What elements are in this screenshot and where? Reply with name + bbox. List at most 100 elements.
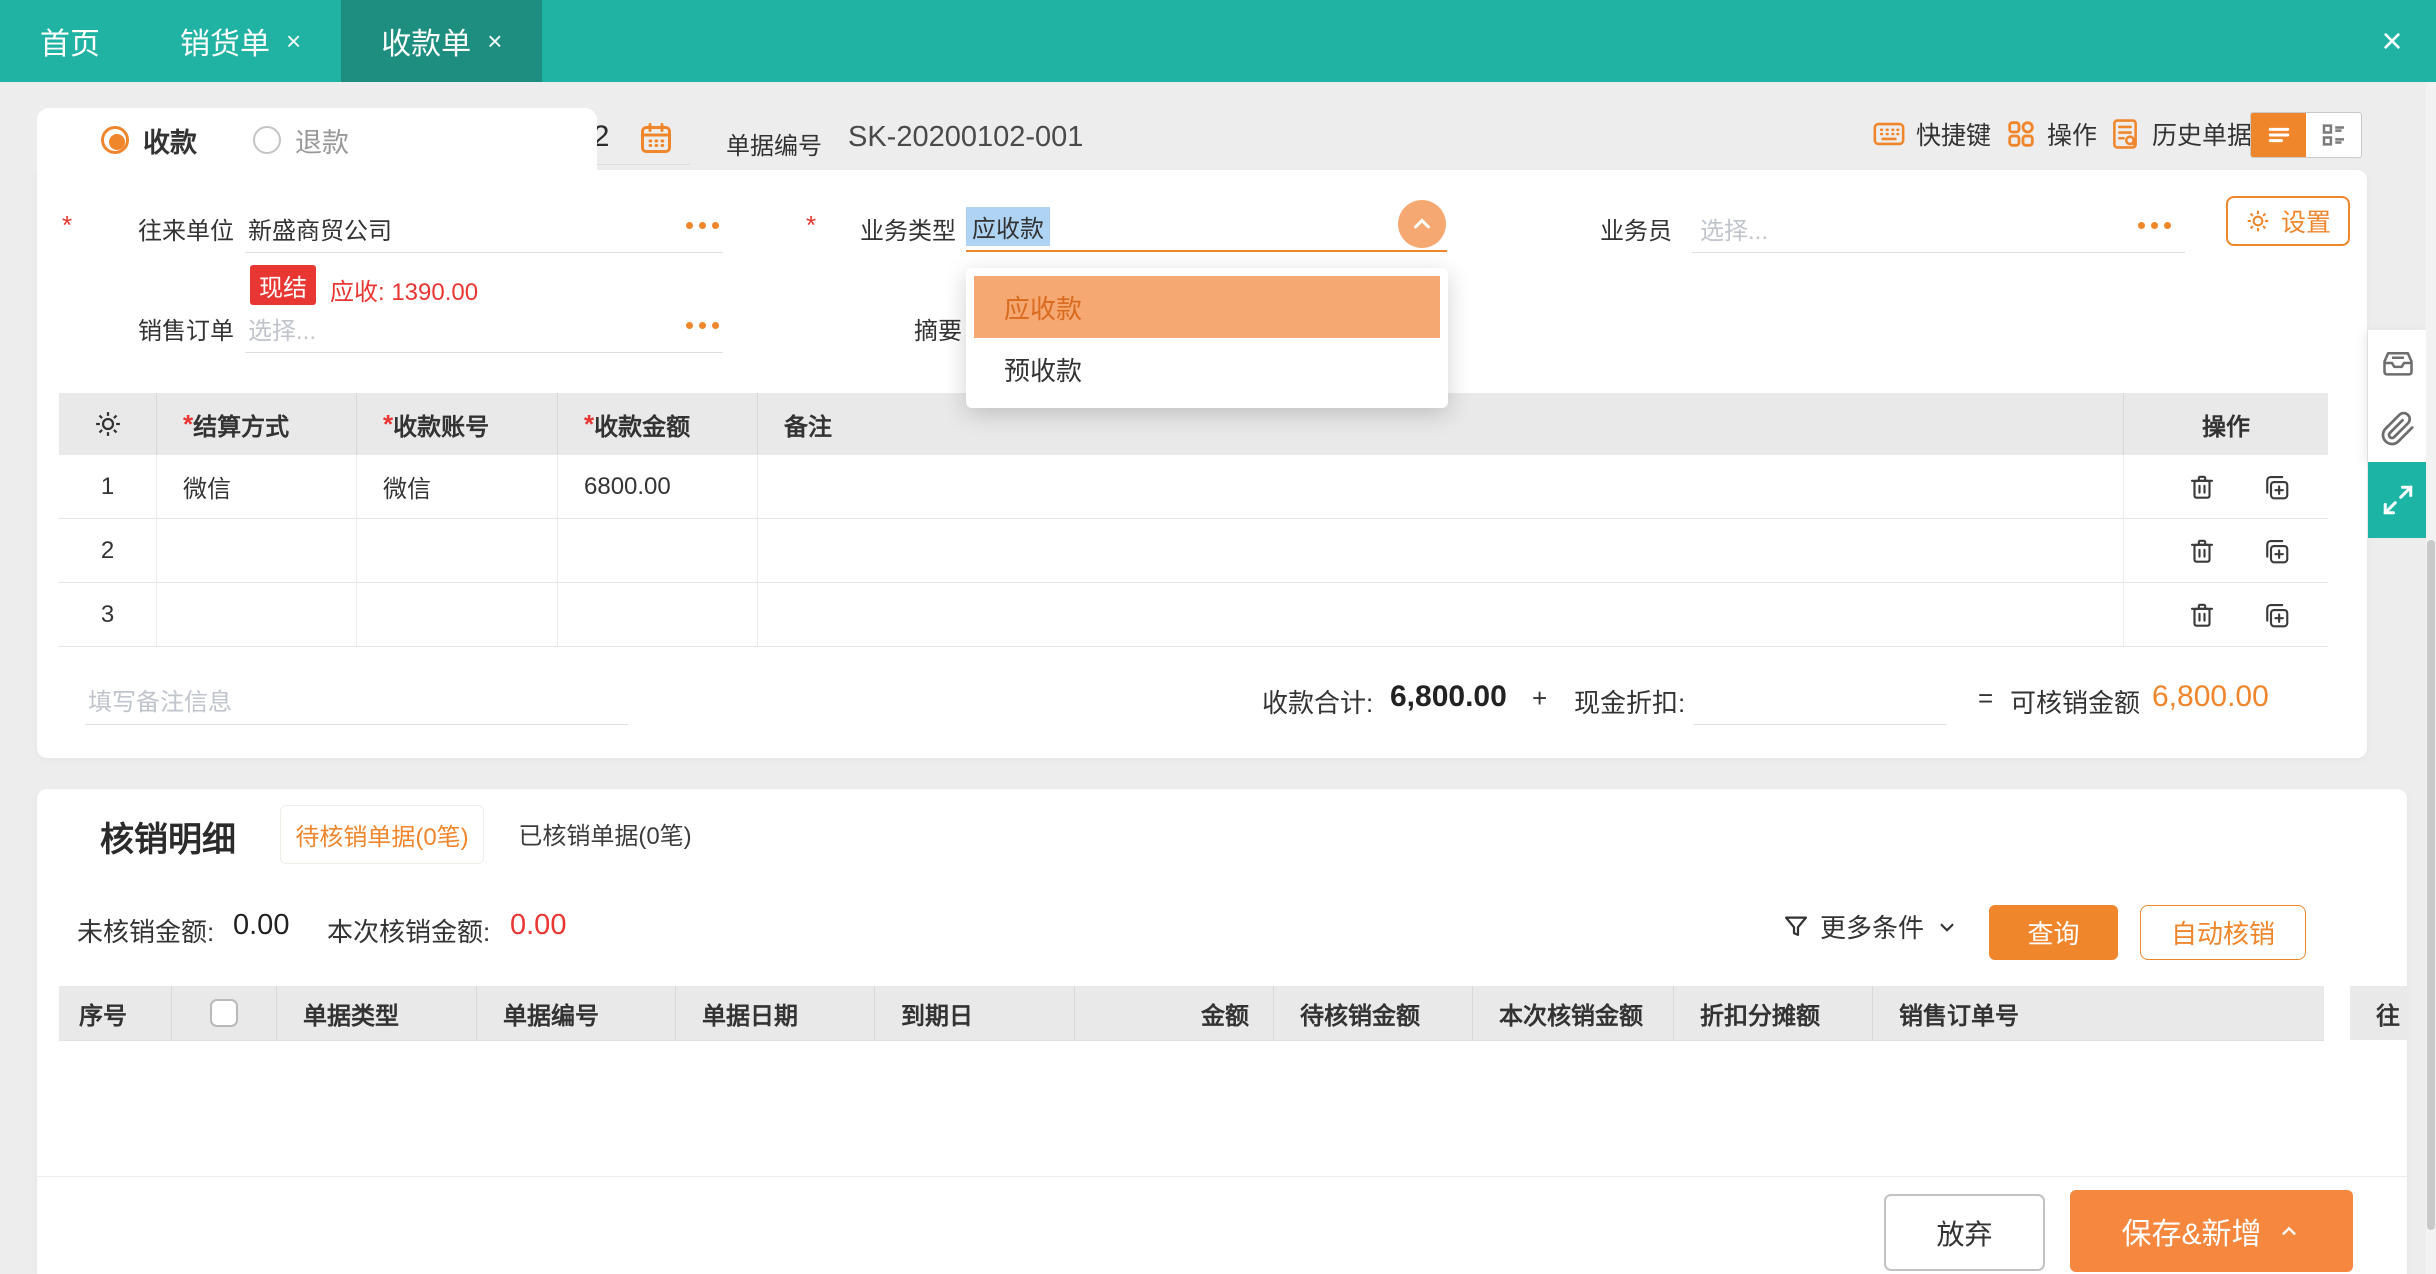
save-and-new-label: 保存&新增 [2121, 1218, 2262, 1251]
col-settle-method: * 结算方式 [157, 393, 357, 455]
cell-amount[interactable] [558, 519, 758, 582]
col-due-date: 到期日 [875, 986, 1075, 1040]
copy-add-row-icon[interactable] [2261, 472, 2291, 502]
cell-note[interactable] [758, 455, 2124, 518]
payment-type-card: 收款 退款 [37, 108, 597, 172]
select-all-checkbox[interactable] [210, 999, 238, 1027]
cell-method[interactable]: 微信 [157, 455, 357, 518]
delete-row-icon[interactable] [2187, 600, 2217, 630]
cell-amount[interactable] [558, 583, 758, 646]
grid-icon [2005, 118, 2037, 150]
gear-icon [95, 412, 120, 436]
shortcut-keys-button[interactable]: 快捷键 [1872, 116, 1991, 152]
history-document-icon [2108, 117, 2142, 151]
card-view-button[interactable] [2306, 113, 2361, 157]
radio-receive[interactable]: 收款 [101, 121, 197, 160]
col-doc-no: 单据编号 [477, 986, 676, 1040]
verify-table-header: 序号 单据类型 单据编号 单据日期 到期日 金额 待核销金额 本次核销金额 折扣… [59, 986, 2324, 1040]
current-verify-value: 0.00 [510, 909, 567, 941]
current-verify-label: 本次核销金额: [327, 917, 491, 947]
col-amount: 金额 [1075, 986, 1274, 1040]
sales-order-label: 销售订单 [138, 318, 234, 345]
cell-note[interactable] [758, 519, 2124, 582]
close-window-icon[interactable]: × [2360, 0, 2424, 82]
total-label: 收款合计: [1262, 688, 1374, 718]
cell-method[interactable] [157, 519, 357, 582]
cash-discount-input[interactable] [1694, 724, 1946, 725]
cell-account[interactable] [357, 519, 558, 582]
more-icon[interactable] [2138, 222, 2171, 229]
cell-method[interactable] [157, 583, 357, 646]
row-seq: 2 [59, 519, 157, 582]
col-discount-share: 折扣分摊额 [1674, 986, 1873, 1040]
note-underline [85, 724, 628, 725]
cell-ops [2124, 583, 2328, 646]
more-icon[interactable] [686, 322, 719, 329]
col-doc-date: 单据日期 [676, 986, 875, 1040]
history-docs-button[interactable]: 历史单据 [2108, 116, 2252, 152]
close-tab-icon[interactable]: × [286, 26, 301, 57]
table-row: 2 [59, 519, 2328, 583]
sales-order-input[interactable]: 选择... [248, 311, 316, 346]
more-filters-label: 更多条件 [1820, 913, 1925, 943]
biz-type-dropdown: 应收款 预收款 [966, 268, 1448, 408]
list-view-button[interactable] [2251, 113, 2306, 157]
partner-value[interactable]: 新盛商贸公司 [248, 211, 392, 246]
cell-ops [2124, 455, 2328, 518]
chevron-down-icon [1940, 923, 1954, 932]
query-button[interactable]: 查询 [1989, 905, 2118, 960]
doc-no-value: SK-20200102-001 [848, 121, 1084, 153]
cash-settle-badge: 现结 [250, 265, 316, 305]
view-toggle [2250, 112, 2362, 158]
delete-row-icon[interactable] [2187, 472, 2217, 502]
radio-unselected-icon [253, 126, 281, 154]
more-filters-button[interactable]: 更多条件 [1782, 908, 1960, 945]
settle-table-body: 1 微信 微信 6800.00 2 3 [59, 455, 2328, 647]
save-and-new-button[interactable]: 保存&新增 [2070, 1190, 2353, 1272]
filter-funnel-icon [1784, 916, 1808, 936]
biz-type-value[interactable]: 应收款 [966, 207, 1050, 246]
inbox-docs-icon[interactable] [2380, 345, 2416, 381]
auto-verify-button[interactable]: 自动核销 [2140, 905, 2306, 960]
salesman-input[interactable]: 选择... [1700, 211, 1768, 246]
cell-account[interactable]: 微信 [357, 455, 558, 518]
biz-type-underline [966, 250, 1447, 252]
summary-label: 摘要 [914, 318, 962, 345]
shortcut-keys-label: 快捷键 [1916, 122, 1992, 150]
total-value: 6,800.00 [1390, 680, 1507, 713]
radio-refund[interactable]: 退款 [253, 121, 349, 160]
tab-label: 收款单 [381, 28, 472, 61]
tab-verified-docs[interactable]: 已核销单据(0笔) [500, 805, 710, 862]
scrollbar-thumb[interactable] [2427, 540, 2435, 1230]
verification-title: 核销明细 [100, 821, 236, 859]
tab-home[interactable]: 首页 [0, 0, 140, 82]
close-tab-icon[interactable]: × [487, 26, 502, 57]
dropdown-option-receivable[interactable]: 应收款 [974, 276, 1440, 338]
calendar-icon[interactable] [638, 120, 674, 156]
cell-note[interactable] [758, 583, 2124, 646]
tab-sales-order[interactable]: 销货单 × [140, 0, 341, 82]
note-input[interactable]: 填写备注信息 [88, 682, 232, 717]
operations-label: 操作 [2047, 122, 2098, 150]
dropdown-option-advance[interactable]: 预收款 [974, 338, 1440, 400]
tab-pending-docs[interactable]: 待核销单据(0笔) [280, 805, 484, 864]
discard-button[interactable]: 放弃 [1884, 1194, 2045, 1271]
cell-amount[interactable]: 6800.00 [558, 455, 758, 518]
row-seq: 1 [59, 455, 157, 518]
expand-fullscreen-button[interactable] [2368, 462, 2428, 538]
table-settings-cell[interactable] [59, 393, 157, 455]
cell-account[interactable] [357, 583, 558, 646]
more-icon[interactable] [686, 222, 719, 229]
collapse-dropdown-button[interactable] [1398, 200, 1446, 248]
attachment-paperclip-icon[interactable] [2380, 411, 2416, 447]
delete-row-icon[interactable] [2187, 536, 2217, 566]
tab-receipt[interactable]: 收款单 × [341, 0, 543, 82]
partner-label: 往来单位 [138, 218, 234, 245]
settings-button[interactable]: 设置 [2226, 196, 2350, 246]
table-row: 3 [59, 583, 2328, 647]
doc-no-label: 单据编号 [726, 133, 822, 160]
operations-button[interactable]: 操作 [2005, 116, 2097, 152]
copy-add-row-icon[interactable] [2261, 536, 2291, 566]
copy-add-row-icon[interactable] [2261, 600, 2291, 630]
col-pending-amount: 待核销金额 [1274, 986, 1473, 1040]
